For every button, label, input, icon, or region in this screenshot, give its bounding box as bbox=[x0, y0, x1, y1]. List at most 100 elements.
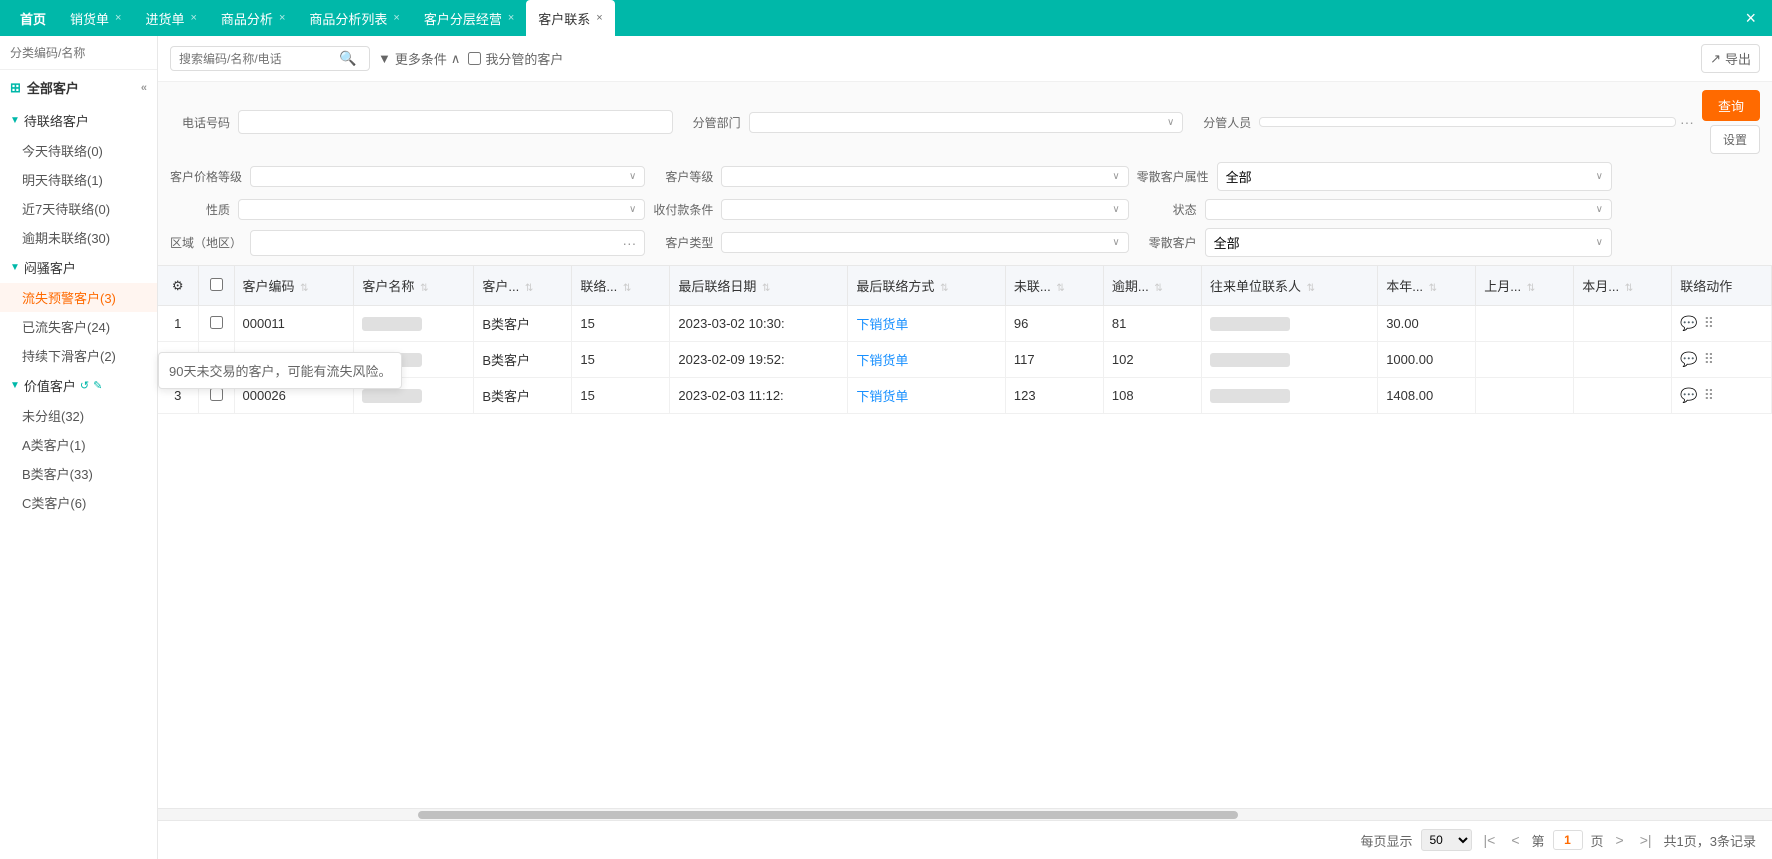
prev-page-btn[interactable]: < bbox=[1507, 832, 1523, 848]
zero-customer-select[interactable]: 全部 ∨ bbox=[1205, 228, 1612, 257]
row2-chat-icon[interactable]: 💬 bbox=[1680, 351, 1697, 368]
settings-button[interactable]: 设置 bbox=[1710, 125, 1760, 154]
nature-select[interactable]: ∨ bbox=[238, 199, 645, 220]
tab-close-customer-layer[interactable]: × bbox=[508, 12, 514, 24]
sidebar-item-grade-a[interactable]: A类客户(1) bbox=[0, 430, 157, 459]
lastmonth-sort-icon[interactable]: ⇅ bbox=[1527, 283, 1535, 294]
th-unit-contact-label: 往来单位联系人 bbox=[1210, 279, 1301, 294]
first-page-btn[interactable]: |< bbox=[1480, 832, 1500, 848]
row1-contact-way-link[interactable]: 下销货单 bbox=[856, 317, 908, 332]
nav-tab-sales[interactable]: 销货单 × bbox=[58, 0, 133, 36]
select-all-checkbox[interactable] bbox=[210, 278, 223, 291]
zero-attr-select[interactable]: 全部 ∨ bbox=[1217, 162, 1612, 191]
nocontact-sort-icon[interactable]: ⇅ bbox=[1056, 283, 1064, 294]
sidebar-group-churn[interactable]: ▼ 闷骚客户 bbox=[0, 252, 157, 283]
grade-sort-icon[interactable]: ⇅ bbox=[525, 283, 533, 294]
region-select[interactable]: ··· bbox=[250, 230, 645, 256]
code-sort-icon[interactable]: ⇅ bbox=[300, 283, 308, 294]
horizontal-scrollbar[interactable] bbox=[158, 808, 1772, 820]
customer-type-select[interactable]: ∨ bbox=[721, 232, 1128, 253]
sidebar-item-today-pending[interactable]: 今天待联络(0) bbox=[0, 136, 157, 165]
my-customer-checkbox[interactable] bbox=[468, 52, 481, 65]
window-close-icon[interactable]: × bbox=[1737, 8, 1764, 29]
phone-label: 电话号码 bbox=[170, 114, 230, 131]
status-select[interactable]: ∨ bbox=[1205, 199, 1612, 220]
table-area: ⚙ 客户编码 ⇅ 客户名称 ⇅ bbox=[158, 266, 1772, 808]
last-page-btn[interactable]: >| bbox=[1636, 832, 1656, 848]
sidebar-item-grade-c[interactable]: C类客户(6) bbox=[0, 488, 157, 517]
price-level-select[interactable]: ∨ bbox=[250, 166, 645, 187]
date-sort-icon[interactable]: ⇅ bbox=[762, 283, 770, 294]
th-gear[interactable]: ⚙ bbox=[158, 266, 198, 306]
nav-tab-analysis[interactable]: 商品分析 × bbox=[209, 0, 297, 36]
row3-more-icon[interactable]: ⠿ bbox=[1704, 387, 1714, 404]
row2-more-icon[interactable]: ⠿ bbox=[1704, 351, 1714, 368]
sidebar-item-grade-b[interactable]: B类客户(33) bbox=[0, 459, 157, 488]
sidebar-item-7day-pending[interactable]: 近7天待联络(0) bbox=[0, 194, 157, 223]
row3-chat-icon[interactable]: 💬 bbox=[1680, 387, 1697, 404]
tab-close-purchase[interactable]: × bbox=[190, 12, 196, 24]
row1-checkbox bbox=[198, 306, 234, 342]
thisyear-sort-icon[interactable]: ⇅ bbox=[1429, 283, 1437, 294]
search-button-icon[interactable]: 🔍 bbox=[339, 50, 356, 67]
overdue-sort-icon[interactable]: ⇅ bbox=[1154, 283, 1162, 294]
nav-tab-analysis-list[interactable]: 商品分析列表 × bbox=[297, 0, 411, 36]
unitcontact-sort-icon[interactable]: ⇅ bbox=[1307, 283, 1315, 294]
sidebar-group-pending[interactable]: ▼ 待联络客户 bbox=[0, 105, 157, 136]
dept-select[interactable]: ∨ bbox=[749, 112, 1184, 133]
more-filter-btn[interactable]: ▼ 更多条件 ∧ bbox=[378, 49, 460, 68]
churn-arrow-icon: ▼ bbox=[10, 262, 20, 273]
nav-tab-purchase[interactable]: 进货单 × bbox=[133, 0, 208, 36]
region-more-icon[interactable]: ··· bbox=[622, 235, 636, 251]
row2-contact-way-link[interactable]: 下销货单 bbox=[856, 353, 908, 368]
next-page-btn[interactable]: > bbox=[1612, 832, 1628, 848]
row3-contact-way-link[interactable]: 下销货单 bbox=[856, 389, 908, 404]
page-input[interactable] bbox=[1553, 830, 1583, 850]
grade-select[interactable]: ∨ bbox=[721, 166, 1128, 187]
query-button[interactable]: 查询 bbox=[1702, 90, 1760, 121]
person-more-icon[interactable]: ··· bbox=[1680, 114, 1694, 130]
sidebar-group-value[interactable]: ▼ 价值客户 ↺ ✎ bbox=[0, 370, 157, 401]
nav-tab-customer-contact[interactable]: 客户联系 × bbox=[526, 0, 614, 36]
sidebar-item-churn-warning[interactable]: 流失预警客户(3) bbox=[0, 283, 157, 312]
person-select[interactable] bbox=[1259, 117, 1676, 127]
row1-more-icon[interactable]: ⠿ bbox=[1704, 315, 1714, 332]
sidebar-item-ungroup[interactable]: 未分组(32) bbox=[0, 401, 157, 430]
zero-attr-value: 全部 bbox=[1226, 167, 1252, 186]
filter-arrow-icon: ∧ bbox=[451, 51, 461, 67]
tab-close-analysis[interactable]: × bbox=[279, 12, 285, 24]
sidebar-item-churned[interactable]: 已流失客户(24) bbox=[0, 312, 157, 341]
sidebar-item-tomorrow-pending[interactable]: 明天待联络(1) bbox=[0, 165, 157, 194]
way-sort-icon[interactable]: ⇅ bbox=[940, 283, 948, 294]
sidebar-item-declining[interactable]: 持续下滑客户(2) bbox=[0, 341, 157, 370]
dept-arrow-icon: ∨ bbox=[1167, 117, 1174, 128]
sidebar-search-input[interactable] bbox=[10, 46, 158, 60]
per-page-select[interactable]: 50 100 bbox=[1421, 829, 1472, 851]
nav-tab-customer-layer[interactable]: 客户分层经营 × bbox=[412, 0, 526, 36]
search-input[interactable] bbox=[179, 52, 339, 66]
tab-close-customer-contact[interactable]: × bbox=[596, 12, 602, 24]
scrollbar-thumb[interactable] bbox=[418, 811, 1238, 819]
th-last-contact-date-label: 最后联络日期 bbox=[678, 279, 756, 294]
sidebar-item-overdue-pending[interactable]: 逾期未联络(30) bbox=[0, 223, 157, 252]
sidebar-collapse-btn[interactable]: « bbox=[141, 82, 147, 94]
tab-close-sales[interactable]: × bbox=[115, 12, 121, 24]
sidebar-all-customers[interactable]: ⊞ 全部客户 « bbox=[0, 70, 157, 105]
table-header-row: ⚙ 客户编码 ⇅ 客户名称 ⇅ bbox=[158, 266, 1772, 306]
row1-chat-icon[interactable]: 💬 bbox=[1680, 315, 1697, 332]
phone-input[interactable] bbox=[238, 110, 673, 134]
export-button[interactable]: ↗ 导出 bbox=[1701, 44, 1760, 73]
payment-select[interactable]: ∨ bbox=[721, 199, 1128, 220]
tab-close-analysis-list[interactable]: × bbox=[393, 12, 399, 24]
contact-sort-icon[interactable]: ⇅ bbox=[623, 283, 631, 294]
thismonth-sort-icon[interactable]: ⇅ bbox=[1625, 283, 1633, 294]
row2-action: 💬 ⠿ bbox=[1672, 342, 1772, 378]
name-sort-icon[interactable]: ⇅ bbox=[420, 283, 428, 294]
value-refresh-icon[interactable]: ↺ bbox=[80, 379, 89, 392]
row1-name bbox=[354, 306, 474, 342]
row3-select[interactable] bbox=[210, 388, 223, 401]
row1-select[interactable] bbox=[210, 316, 223, 329]
nav-home[interactable]: 首页 bbox=[8, 0, 58, 36]
value-edit-icon[interactable]: ✎ bbox=[93, 379, 102, 392]
gear-icon[interactable]: ⚙ bbox=[172, 278, 184, 293]
